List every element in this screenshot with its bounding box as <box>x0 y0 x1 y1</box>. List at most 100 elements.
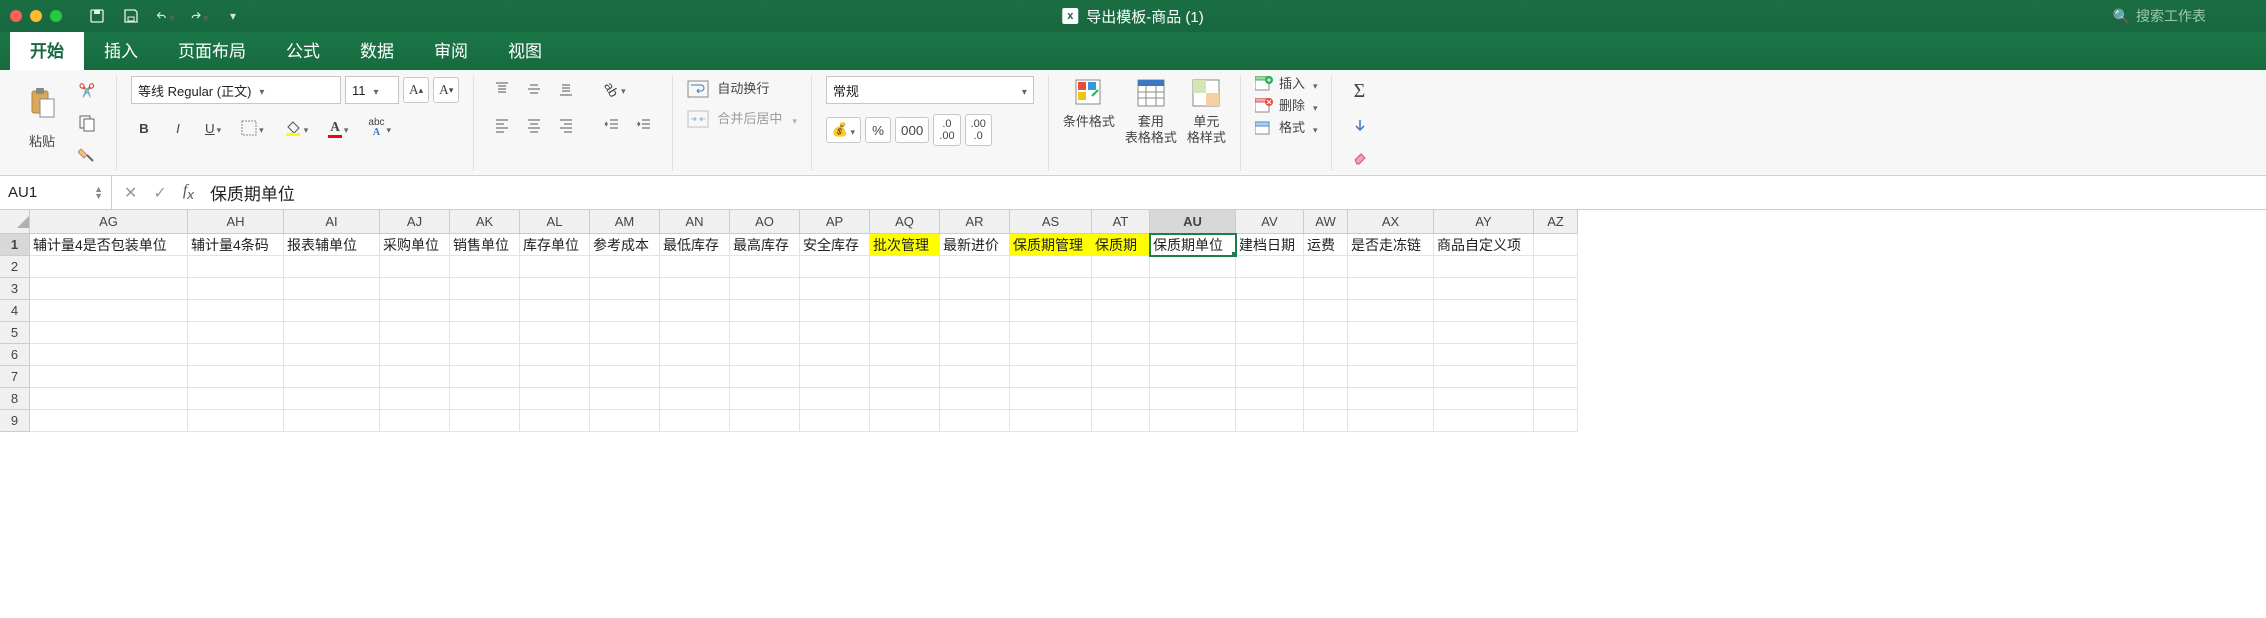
decrease-decimal-button[interactable]: .00.0 <box>965 114 992 146</box>
cell-AI5[interactable] <box>284 322 380 344</box>
cell-AT5[interactable] <box>1092 322 1150 344</box>
cell-AK1[interactable]: 销售单位 <box>450 234 520 256</box>
cell-AN4[interactable] <box>660 300 730 322</box>
cell-AQ3[interactable] <box>870 278 940 300</box>
cell-AR8[interactable] <box>940 388 1010 410</box>
cell-AG9[interactable] <box>30 410 188 432</box>
tab-review[interactable]: 审阅 <box>414 29 488 70</box>
cell-AV7[interactable] <box>1236 366 1304 388</box>
tab-view[interactable]: 视图 <box>488 29 562 70</box>
cell-AG7[interactable] <box>30 366 188 388</box>
cell-AK5[interactable] <box>450 322 520 344</box>
cell-AO7[interactable] <box>730 366 800 388</box>
cell-AI1[interactable]: 报表辅单位 <box>284 234 380 256</box>
percent-button[interactable]: % <box>865 117 891 143</box>
minimize-window-button[interactable] <box>30 10 42 22</box>
cell-AH4[interactable] <box>188 300 284 322</box>
wrap-text-button[interactable]: 自动换行 <box>687 80 769 98</box>
tab-page-layout[interactable]: 页面布局 <box>158 29 266 70</box>
cell-AT9[interactable] <box>1092 410 1150 432</box>
cell-AV4[interactable] <box>1236 300 1304 322</box>
column-header-AU[interactable]: AU <box>1150 210 1236 234</box>
cell-AP1[interactable]: 安全库存 <box>800 234 870 256</box>
cell-AL5[interactable] <box>520 322 590 344</box>
merge-center-button[interactable]: 合并后居中 <box>687 110 797 128</box>
delete-cells-button[interactable]: 删除 <box>1255 98 1318 114</box>
cell-AJ4[interactable] <box>380 300 450 322</box>
column-header-AY[interactable]: AY <box>1434 210 1534 234</box>
format-painter-button[interactable] <box>72 142 102 168</box>
cell-AY4[interactable] <box>1434 300 1534 322</box>
fill-color-button[interactable] <box>278 115 315 141</box>
cell-AX5[interactable] <box>1348 322 1434 344</box>
cell-AK9[interactable] <box>450 410 520 432</box>
row-header-7[interactable]: 7 <box>0 366 30 388</box>
cell-AV8[interactable] <box>1236 388 1304 410</box>
increase-indent-button[interactable] <box>630 112 658 138</box>
cell-AI7[interactable] <box>284 366 380 388</box>
confirm-formula-button[interactable]: ✓ <box>153 183 166 203</box>
cell-AX2[interactable] <box>1348 256 1434 278</box>
cell-AM3[interactable] <box>590 278 660 300</box>
cell-AZ7[interactable] <box>1534 366 1578 388</box>
cell-AS2[interactable] <box>1010 256 1092 278</box>
cell-AM8[interactable] <box>590 388 660 410</box>
cell-AX4[interactable] <box>1348 300 1434 322</box>
autosum-button[interactable]: Σ <box>1346 76 1372 107</box>
row-header-1[interactable]: 1 <box>0 234 30 256</box>
formula-bar-value[interactable]: 保质期单位 <box>210 180 295 205</box>
cell-AQ7[interactable] <box>870 366 940 388</box>
cell-AJ3[interactable] <box>380 278 450 300</box>
cell-AU7[interactable] <box>1150 366 1236 388</box>
cell-AT8[interactable] <box>1092 388 1150 410</box>
cell-AZ1[interactable] <box>1534 234 1578 256</box>
cell-AU6[interactable] <box>1150 344 1236 366</box>
number-format-select[interactable]: 常规 <box>826 76 1034 104</box>
copy-button[interactable] <box>72 110 102 136</box>
autosave-icon[interactable] <box>88 7 106 25</box>
cell-AK6[interactable] <box>450 344 520 366</box>
row-header-3[interactable]: 3 <box>0 278 30 300</box>
cell-AX3[interactable] <box>1348 278 1434 300</box>
cell-AJ5[interactable] <box>380 322 450 344</box>
cell-AM5[interactable] <box>590 322 660 344</box>
cell-AO9[interactable] <box>730 410 800 432</box>
column-header-AJ[interactable]: AJ <box>380 210 450 234</box>
align-bottom-button[interactable] <box>552 76 580 102</box>
bold-button[interactable]: B <box>131 115 157 141</box>
cell-AQ4[interactable] <box>870 300 940 322</box>
cell-AX8[interactable] <box>1348 388 1434 410</box>
cell-AY2[interactable] <box>1434 256 1534 278</box>
cell-AP3[interactable] <box>800 278 870 300</box>
cell-AL1[interactable]: 库存单位 <box>520 234 590 256</box>
cell-AQ1[interactable]: 批次管理 <box>870 234 940 256</box>
select-all-corner[interactable] <box>0 210 30 234</box>
cell-AL4[interactable] <box>520 300 590 322</box>
cell-AZ5[interactable] <box>1534 322 1578 344</box>
cell-AG1[interactable]: 辅计量4是否包装单位 <box>30 234 188 256</box>
cell-AL8[interactable] <box>520 388 590 410</box>
maximize-window-button[interactable] <box>50 10 62 22</box>
cell-AY6[interactable] <box>1434 344 1534 366</box>
cell-AQ8[interactable] <box>870 388 940 410</box>
cell-AP6[interactable] <box>800 344 870 366</box>
cell-AH1[interactable]: 辅计量4条码 <box>188 234 284 256</box>
cell-AX9[interactable] <box>1348 410 1434 432</box>
cell-AM2[interactable] <box>590 256 660 278</box>
cell-AV5[interactable] <box>1236 322 1304 344</box>
cell-AP9[interactable] <box>800 410 870 432</box>
cell-styles-button[interactable]: 单元 格样式 <box>1187 76 1226 145</box>
cell-AU5[interactable] <box>1150 322 1236 344</box>
column-header-AS[interactable]: AS <box>1010 210 1092 234</box>
cell-AZ3[interactable] <box>1534 278 1578 300</box>
cell-AX7[interactable] <box>1348 366 1434 388</box>
cell-AN9[interactable] <box>660 410 730 432</box>
cell-AZ9[interactable] <box>1534 410 1578 432</box>
cell-AQ6[interactable] <box>870 344 940 366</box>
increase-decimal-button[interactable]: .0.00 <box>933 114 960 146</box>
row-header-6[interactable]: 6 <box>0 344 30 366</box>
cell-AR5[interactable] <box>940 322 1010 344</box>
cell-AW8[interactable] <box>1304 388 1348 410</box>
cell-AK4[interactable] <box>450 300 520 322</box>
cell-AI2[interactable] <box>284 256 380 278</box>
